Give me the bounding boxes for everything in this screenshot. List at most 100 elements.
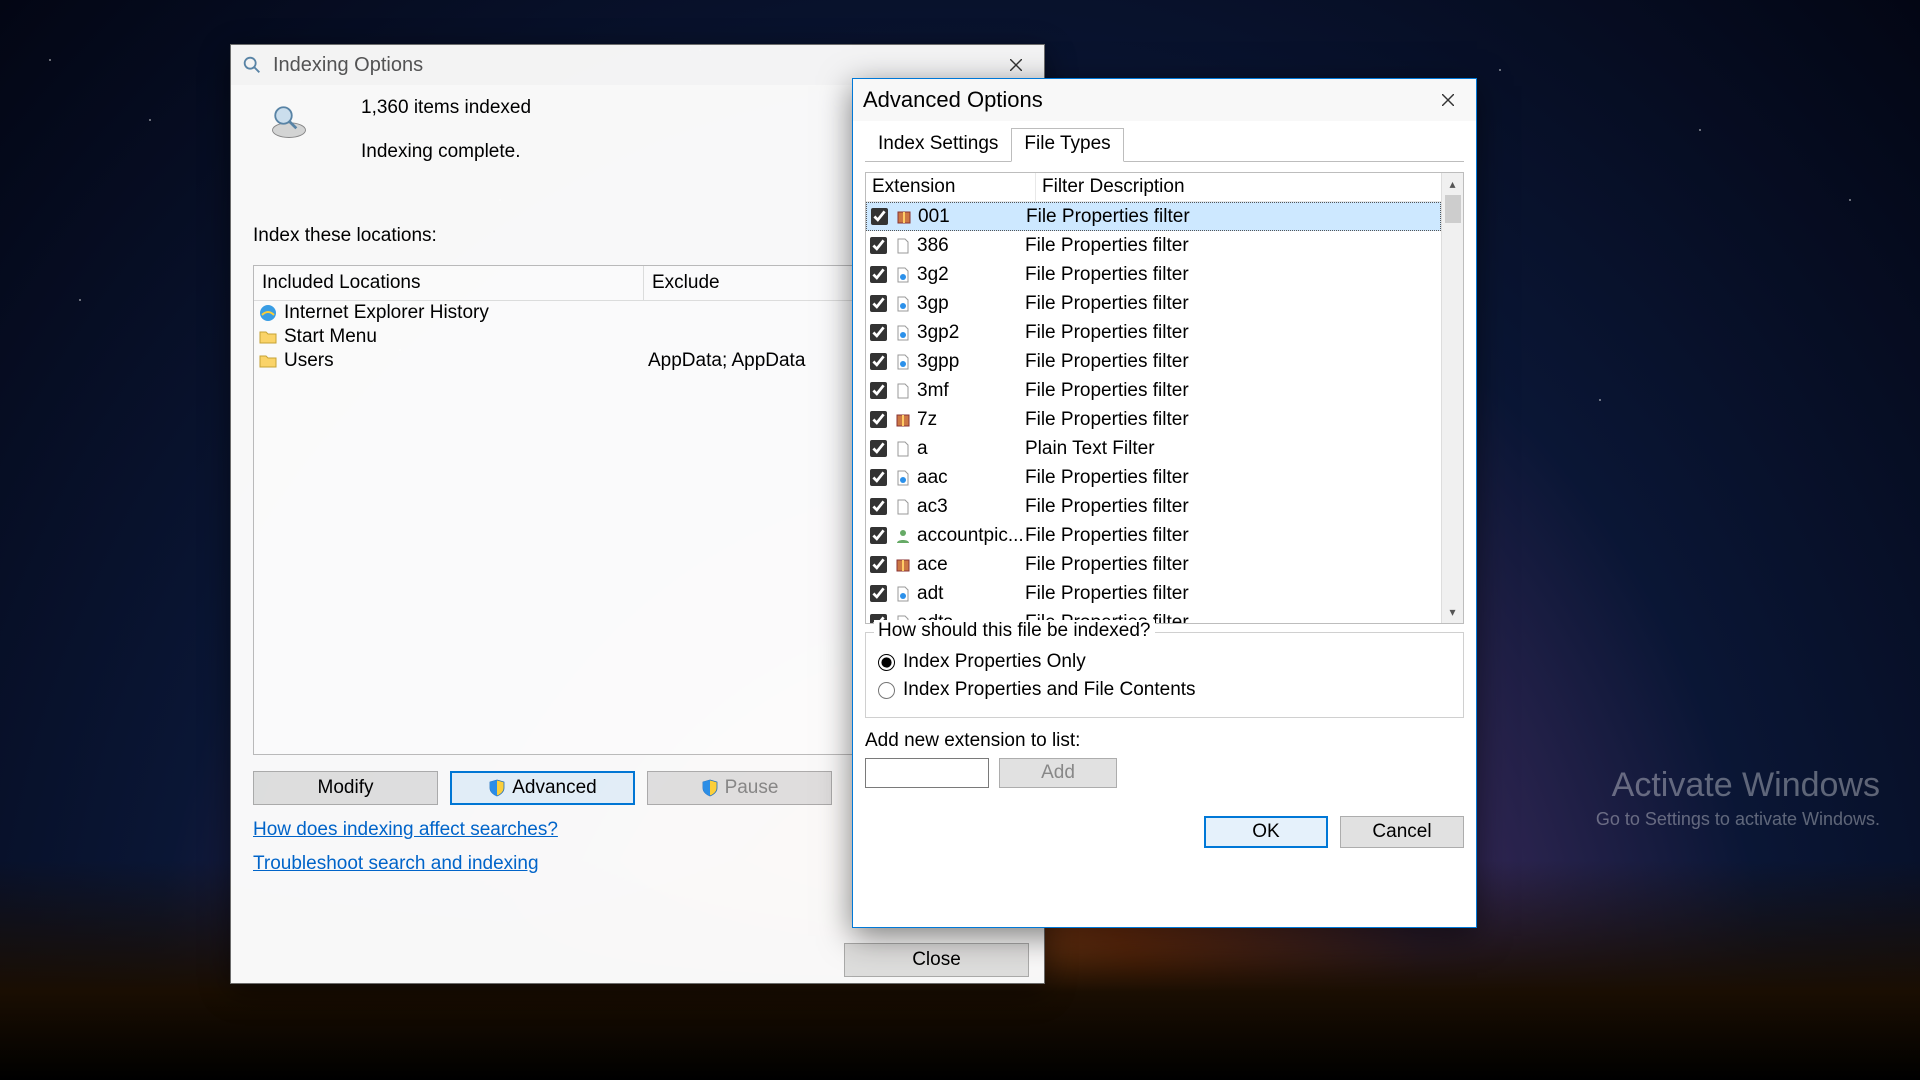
radio-properties-only-input[interactable] bbox=[878, 654, 895, 671]
file-type-row[interactable]: aacFile Properties filter bbox=[866, 463, 1441, 492]
location-name: Users bbox=[284, 350, 334, 372]
advanced-button[interactable]: Advanced bbox=[450, 771, 635, 805]
column-header-extension[interactable]: Extension bbox=[866, 173, 1036, 201]
file-type-row[interactable]: aceFile Properties filter bbox=[866, 550, 1441, 579]
file-type-row[interactable]: 7zFile Properties filter bbox=[866, 405, 1441, 434]
media-icon bbox=[893, 352, 913, 372]
scrollbar[interactable]: ▴ ▾ bbox=[1441, 173, 1463, 623]
file-type-row[interactable]: 3gpp File Properties filter bbox=[866, 347, 1441, 376]
scroll-down-icon[interactable]: ▾ bbox=[1442, 601, 1463, 623]
pause-button: Pause bbox=[647, 771, 832, 805]
file-type-row[interactable]: ac3File Properties filter bbox=[866, 492, 1441, 521]
file-type-checkbox[interactable] bbox=[871, 208, 888, 225]
tab-index-settings[interactable]: Index Settings bbox=[865, 128, 1011, 162]
file-type-checkbox[interactable] bbox=[870, 382, 887, 399]
filter-description: File Properties filter bbox=[1025, 351, 1439, 373]
file-type-row[interactable]: 386File Properties filter bbox=[866, 231, 1441, 260]
index-mode-legend: How should this file be indexed? bbox=[874, 620, 1155, 642]
file-type-checkbox[interactable] bbox=[870, 295, 887, 312]
ok-button[interactable]: OK bbox=[1204, 816, 1328, 848]
media-icon bbox=[893, 294, 913, 314]
file-type-checkbox[interactable] bbox=[870, 266, 887, 283]
radio-properties-and-contents[interactable]: Index Properties and File Contents bbox=[878, 679, 1451, 701]
filter-description: File Properties filter bbox=[1025, 554, 1439, 576]
filter-description: File Properties filter bbox=[1025, 380, 1439, 402]
extension-name: 3gp2 bbox=[917, 322, 959, 344]
file-type-row[interactable]: 3gpFile Properties filter bbox=[866, 289, 1441, 318]
file-type-row[interactable]: 3g2 File Properties filter bbox=[866, 260, 1441, 289]
close-icon bbox=[1010, 59, 1022, 71]
column-header-exclude[interactable]: Exclude bbox=[644, 266, 728, 300]
archive-icon bbox=[893, 555, 913, 575]
radio-properties-and-contents-label: Index Properties and File Contents bbox=[903, 679, 1196, 701]
file-type-checkbox[interactable] bbox=[870, 585, 887, 602]
extension-name: 386 bbox=[917, 235, 949, 257]
watermark-subtitle: Go to Settings to activate Windows. bbox=[1596, 809, 1880, 830]
file-type-checkbox[interactable] bbox=[870, 527, 887, 544]
radio-properties-and-contents-input[interactable] bbox=[878, 682, 895, 699]
cancel-button[interactable]: Cancel bbox=[1340, 816, 1464, 848]
file-type-checkbox[interactable] bbox=[870, 556, 887, 573]
close-dialog-button[interactable]: Close bbox=[844, 943, 1029, 977]
index-mode-group: How should this file be indexed? Index P… bbox=[865, 632, 1464, 718]
file-type-checkbox[interactable] bbox=[870, 469, 887, 486]
filter-description: File Properties filter bbox=[1025, 496, 1439, 518]
filter-description: File Properties filter bbox=[1026, 206, 1438, 228]
extension-name: adt bbox=[917, 583, 943, 605]
shield-icon bbox=[701, 779, 719, 797]
file-type-checkbox[interactable] bbox=[870, 353, 887, 370]
file-type-checkbox[interactable] bbox=[870, 411, 887, 428]
pause-button-label: Pause bbox=[725, 777, 779, 799]
file-type-row[interactable]: 001File Properties filter bbox=[866, 202, 1441, 231]
extension-name: 3gp bbox=[917, 293, 949, 315]
extension-name: 3g2 bbox=[917, 264, 949, 286]
file-type-checkbox[interactable] bbox=[870, 324, 887, 341]
indexing-options-icon bbox=[241, 54, 263, 76]
tab-file-types[interactable]: File Types bbox=[1011, 128, 1123, 162]
add-extension-label: Add new extension to list: bbox=[865, 730, 1464, 752]
filter-description: File Properties filter bbox=[1025, 525, 1439, 547]
media-icon bbox=[893, 323, 913, 343]
indexing-status-text: Indexing complete. bbox=[361, 141, 531, 163]
advanced-options-titlebar[interactable]: Advanced Options bbox=[853, 79, 1476, 121]
file-type-row[interactable]: accountpic...File Properties filter bbox=[866, 521, 1441, 550]
filter-description: Plain Text Filter bbox=[1025, 438, 1439, 460]
extension-name: 3gpp bbox=[917, 351, 959, 373]
file-types-list: Extension Filter Description 001File Pro… bbox=[865, 172, 1464, 624]
filter-description: File Properties filter bbox=[1025, 467, 1439, 489]
column-header-included[interactable]: Included Locations bbox=[254, 266, 644, 300]
person-icon bbox=[893, 526, 913, 546]
file-icon bbox=[893, 497, 913, 517]
close-button[interactable] bbox=[1426, 84, 1470, 116]
filter-description: File Properties filter bbox=[1025, 264, 1439, 286]
file-type-row[interactable]: 3mfFile Properties filter bbox=[866, 376, 1441, 405]
filter-description: File Properties filter bbox=[1025, 322, 1439, 344]
scroll-up-icon[interactable]: ▴ bbox=[1442, 173, 1463, 195]
scroll-thumb[interactable] bbox=[1445, 195, 1461, 223]
windows-activation-watermark: Activate Windows Go to Settings to activ… bbox=[1596, 766, 1880, 830]
column-header-filter[interactable]: Filter Description bbox=[1036, 173, 1191, 201]
file-type-checkbox[interactable] bbox=[870, 237, 887, 254]
file-type-row[interactable]: a Plain Text Filter bbox=[866, 434, 1441, 463]
file-type-checkbox[interactable] bbox=[870, 498, 887, 515]
folder-icon bbox=[258, 327, 278, 347]
modify-button[interactable]: Modify bbox=[253, 771, 438, 805]
shield-icon bbox=[488, 779, 506, 797]
file-type-row[interactable]: 3gp2 File Properties filter bbox=[866, 318, 1441, 347]
add-extension-input[interactable] bbox=[865, 758, 989, 788]
file-type-row[interactable]: adtFile Properties filter bbox=[866, 579, 1441, 608]
file-icon bbox=[893, 236, 913, 256]
close-button[interactable] bbox=[994, 49, 1038, 81]
close-icon bbox=[1442, 94, 1454, 106]
media-icon bbox=[893, 468, 913, 488]
extension-name: 7z bbox=[917, 409, 937, 431]
add-extension-button[interactable]: Add bbox=[999, 758, 1117, 788]
archive-icon bbox=[894, 207, 914, 227]
folder-icon bbox=[258, 351, 278, 371]
media-icon bbox=[893, 584, 913, 604]
watermark-title: Activate Windows bbox=[1596, 766, 1880, 805]
radio-properties-only[interactable]: Index Properties Only bbox=[878, 651, 1451, 673]
file-type-checkbox[interactable] bbox=[870, 440, 887, 457]
location-name: Internet Explorer History bbox=[284, 302, 489, 324]
extension-name: a bbox=[917, 438, 928, 460]
